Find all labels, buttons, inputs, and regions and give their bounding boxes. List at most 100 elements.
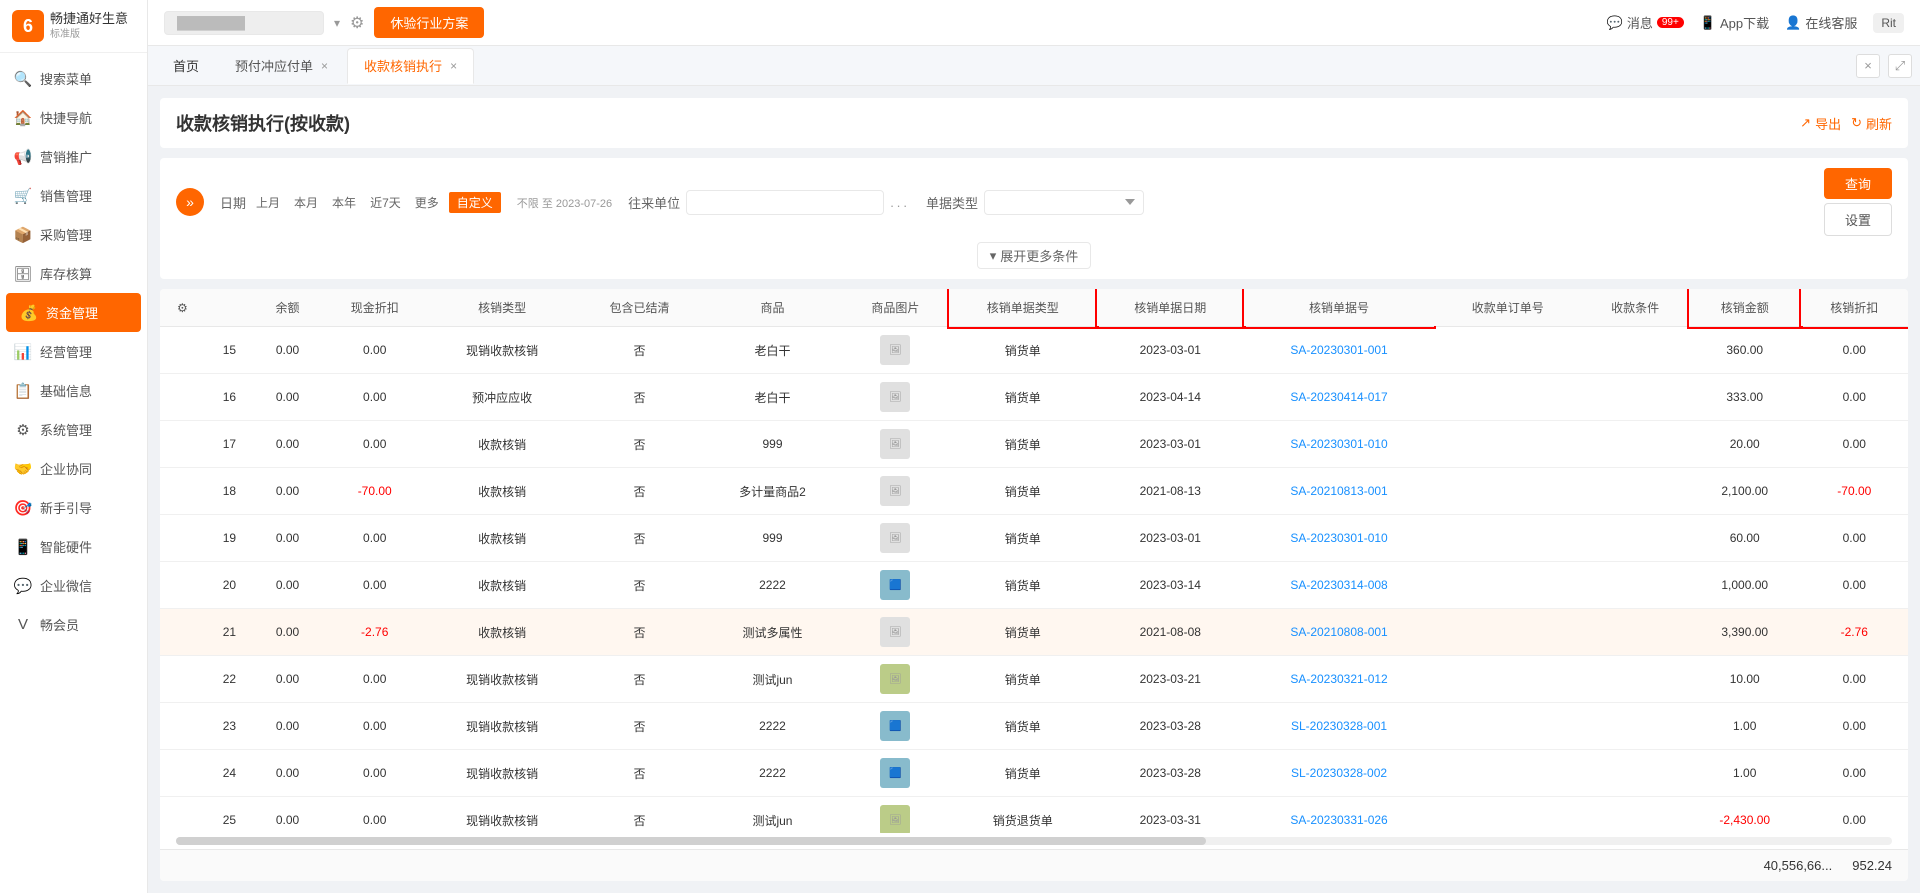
cell-verify-bill-no[interactable]: SL-20230328-001 <box>1244 703 1434 750</box>
sidebar-item-marketing[interactable]: 📢营销推广 <box>0 137 147 176</box>
filter-this-month[interactable]: 本月 <box>290 192 322 213</box>
cell-seq: 24 <box>205 750 254 797</box>
sidebar-item-enterprise[interactable]: 🤝企业协同 <box>0 449 147 488</box>
filter-query-button[interactable]: 查询 <box>1824 168 1892 199</box>
industry-solution-button[interactable]: 休验行业方案 <box>374 7 484 38</box>
filter-7days[interactable]: 近7天 <box>366 192 405 213</box>
sidebar-item-hardware[interactable]: 📱智能硬件 <box>0 527 147 566</box>
cell-check <box>160 515 205 562</box>
filter-bill-type-select[interactable] <box>984 190 1144 215</box>
tab-restore-button[interactable]: ⤢ <box>1888 54 1912 78</box>
cell-verify-type: 收款核销 <box>428 609 575 656</box>
cell-goods: 测试jun <box>703 797 842 834</box>
tab-home[interactable]: 首页 <box>156 48 216 84</box>
cell-seq: 23 <box>205 703 254 750</box>
horizontal-scrollbar[interactable] <box>176 837 1892 845</box>
cell-verify-bill-no[interactable]: SA-20230321-012 <box>1244 656 1434 703</box>
sidebar-item-capital[interactable]: 💰资金管理 <box>6 293 141 332</box>
filter-last-month[interactable]: 上月 <box>252 192 284 213</box>
cell-verify-bill-no[interactable]: SA-20230414-017 <box>1244 374 1434 421</box>
cell-goods: 多计量商品2 <box>703 468 842 515</box>
tab-close-all-button[interactable]: × <box>1856 54 1880 78</box>
cell-verify-bill-type: 销货单 <box>949 515 1096 562</box>
cell-collect-condition <box>1582 468 1689 515</box>
cell-verify-discount: 0.00 <box>1801 421 1908 468</box>
cell-verify-date: 2023-03-14 <box>1097 562 1244 609</box>
cell-check <box>160 703 205 750</box>
cell-include-settled: 否 <box>576 515 703 562</box>
tab-prepay[interactable]: 预付冲应付单 × <box>218 48 345 84</box>
cell-verify-bill-type: 销货单 <box>949 562 1096 609</box>
sidebar-item-search[interactable]: 🔍搜索菜单 <box>0 59 147 98</box>
cell-verify-bill-no[interactable]: SA-20230314-008 <box>1244 562 1434 609</box>
cell-check <box>160 468 205 515</box>
cell-verify-bill-no[interactable]: SA-20230331-026 <box>1244 797 1434 834</box>
cell-seq: 21 <box>205 609 254 656</box>
topbar-gear-icon[interactable]: ⚙ <box>350 13 364 33</box>
cell-verify-date: 2023-03-01 <box>1097 421 1244 468</box>
goods-image: 🟦 <box>880 711 910 741</box>
cell-verify-discount: 0.00 <box>1801 797 1908 834</box>
filter-from-unit-input[interactable] <box>686 190 884 215</box>
sidebar-item-guide[interactable]: 🎯新手引导 <box>0 488 147 527</box>
filter-set-button[interactable]: 设置 <box>1824 203 1892 236</box>
app-download-button[interactable]: 📱 App下载 <box>1700 13 1769 32</box>
cell-verify-bill-type: 销货退货单 <box>949 797 1096 834</box>
tab-collect-close[interactable]: × <box>450 59 457 73</box>
sidebar-item-system[interactable]: ⚙系统管理 <box>0 410 147 449</box>
app-logo-icon: 6 <box>12 10 44 42</box>
filter-expand-button[interactable]: » <box>176 188 204 216</box>
sidebar-item-operations[interactable]: 📊经营管理 <box>0 332 147 371</box>
sidebar-item-shortcut[interactable]: 🏠快捷导航 <box>0 98 147 137</box>
col-header-verify-date: 核销单据日期 <box>1097 289 1244 327</box>
cell-goods-image: 🖼 <box>842 327 949 374</box>
cell-verify-discount: -70.00 <box>1801 468 1908 515</box>
cell-verify-date: 2023-04-14 <box>1097 374 1244 421</box>
col-header-seq <box>205 289 254 327</box>
cell-verify-date: 2023-03-01 <box>1097 515 1244 562</box>
cell-goods: 999 <box>703 421 842 468</box>
topbar-chevron-icon[interactable]: ▾ <box>334 16 340 30</box>
tab-prepay-close[interactable]: × <box>321 59 328 73</box>
cell-verify-bill-no[interactable]: SA-20210808-001 <box>1244 609 1434 656</box>
col-header-verify-type: 核销类型 <box>428 289 575 327</box>
col-header-settings[interactable]: ⚙ <box>160 289 205 327</box>
sidebar-item-basic[interactable]: 📋基础信息 <box>0 371 147 410</box>
table-container[interactable]: ⚙ 余额 现金折扣 核销类型 包含已结清 商品 商品图片 核销单据类型 核销单据… <box>160 289 1908 833</box>
cell-verify-amount: 1.00 <box>1689 750 1801 797</box>
cell-goods: 2222 <box>703 750 842 797</box>
cell-verify-discount: 0.00 <box>1801 515 1908 562</box>
cell-verify-bill-no[interactable]: SA-20230301-001 <box>1244 327 1434 374</box>
cell-verify-bill-type: 销货单 <box>949 609 1096 656</box>
cell-verify-bill-no[interactable]: SA-20210813-001 <box>1244 468 1434 515</box>
cell-collect-order-no <box>1434 609 1581 656</box>
col-header-verify-discount: 核销折扣 <box>1801 289 1908 327</box>
cell-verify-bill-no[interactable]: SL-20230328-002 <box>1244 750 1434 797</box>
export-button[interactable]: ↗ 导出 <box>1800 114 1841 133</box>
sidebar-item-member[interactable]: V畅会员 <box>0 605 147 644</box>
filter-this-year[interactable]: 本年 <box>328 192 360 213</box>
sidebar-item-sales[interactable]: 🛒销售管理 <box>0 176 147 215</box>
cell-verify-bill-no[interactable]: SA-20230301-010 <box>1244 421 1434 468</box>
tab-collect[interactable]: 收款核销执行 × <box>347 48 474 84</box>
page-title: 收款核销执行(按收款) <box>176 110 350 136</box>
goods-image: 🖼 <box>880 335 910 365</box>
sidebar-item-purchase[interactable]: 📦采购管理 <box>0 215 147 254</box>
refresh-button[interactable]: ↻ 刷新 <box>1851 114 1892 133</box>
online-service-button[interactable]: 👤 在线客服 <box>1785 13 1857 32</box>
cell-verify-discount: 0.00 <box>1801 562 1908 609</box>
filter-more-date[interactable]: 更多 <box>411 192 443 213</box>
cell-collect-order-no <box>1434 562 1581 609</box>
app-logo-text: 畅捷通好生意 标准版 <box>50 10 128 42</box>
sidebar-logo: 6 畅捷通好生意 标准版 <box>0 0 147 53</box>
cell-balance: 0.00 <box>254 750 321 797</box>
sidebar-item-inventory[interactable]: 🗄库存核算 <box>0 254 147 293</box>
cell-collect-order-no <box>1434 656 1581 703</box>
filter-expand-more-button[interactable]: ▾ 展开更多条件 <box>977 242 1092 269</box>
user-name-display[interactable]: Rit <box>1873 13 1904 33</box>
cell-verify-bill-no[interactable]: SA-20230301-010 <box>1244 515 1434 562</box>
message-button[interactable]: 💬 消息 99+ <box>1607 13 1684 32</box>
sidebar-item-wechat[interactable]: 💬企业微信 <box>0 566 147 605</box>
cell-verify-amount: 1,000.00 <box>1689 562 1801 609</box>
filter-custom-date[interactable]: 自定义 <box>449 192 501 213</box>
